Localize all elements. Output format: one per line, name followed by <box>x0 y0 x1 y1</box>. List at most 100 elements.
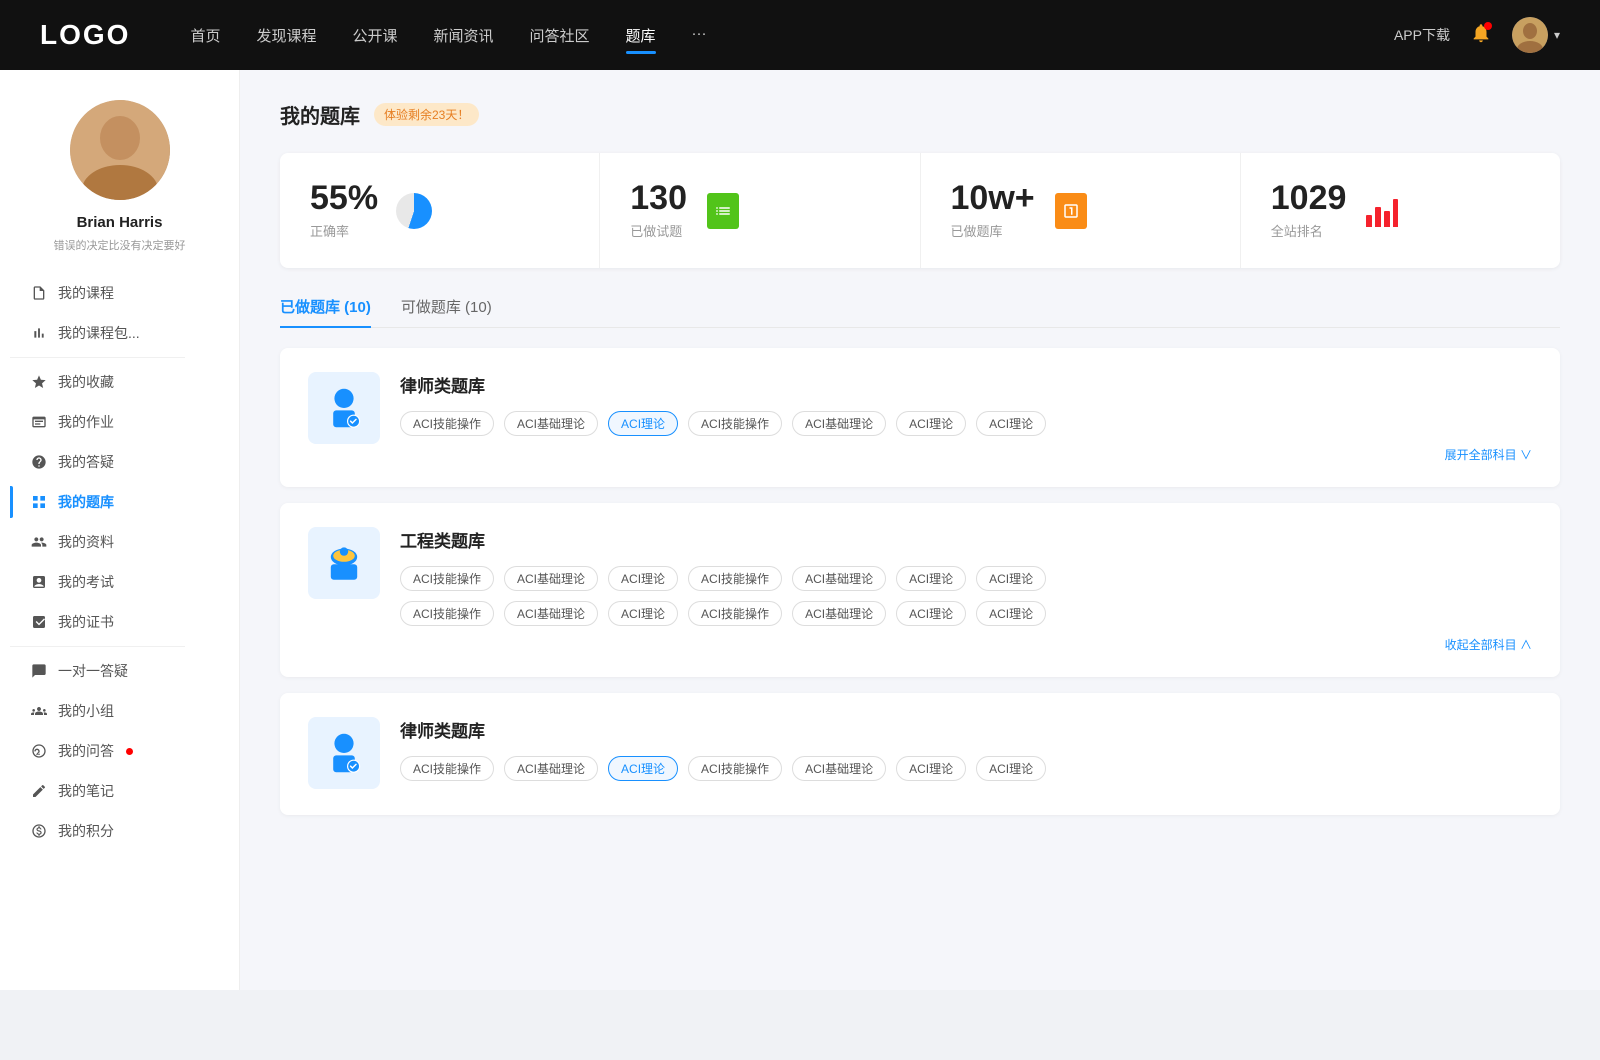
sidebar-item-exam[interactable]: 我的考试 <box>10 562 229 602</box>
tag-2a-0[interactable]: ACI技能操作 <box>400 566 494 591</box>
sidebar-item-my-qa[interactable]: 我的问答 <box>10 731 229 771</box>
stat-rank: 1029 全站排名 <box>1241 153 1560 268</box>
sidebar-item-favorites[interactable]: 我的收藏 <box>10 362 229 402</box>
tag-1-0[interactable]: ACI技能操作 <box>400 411 494 436</box>
bar4 <box>1393 199 1399 227</box>
tag-1-5[interactable]: ACI理论 <box>896 411 966 436</box>
notification-dot <box>1484 22 1492 30</box>
sidebar-item-answer[interactable]: 我的答疑 <box>10 442 229 482</box>
tab-available[interactable]: 可做题库 (10) <box>401 296 492 327</box>
tag-3-5[interactable]: ACI理论 <box>896 756 966 781</box>
nav-news[interactable]: 新闻资讯 <box>434 21 494 50</box>
tabs-row: 已做题库 (10) 可做题库 (10) <box>280 296 1560 328</box>
tag-2b-3[interactable]: ACI技能操作 <box>688 601 782 626</box>
qa-icon <box>30 742 48 760</box>
sidebar-label-1on1: 一对一答疑 <box>58 661 128 681</box>
trial-badge: 体验剩余23天！ <box>374 103 479 126</box>
tag-3-3[interactable]: ACI技能操作 <box>688 756 782 781</box>
sidebar: Brian Harris 错误的决定比没有决定要好 我的课程 我的课程包... <box>0 70 240 990</box>
bank-content-3: 律师类题库 ACI技能操作 ACI基础理论 ACI理论 ACI技能操作 ACI基… <box>400 717 1532 791</box>
bar2 <box>1375 207 1381 227</box>
sidebar-item-certificate[interactable]: 我的证书 <box>10 602 229 642</box>
collapse-link-2[interactable]: 收起全部科目 ∧ <box>400 636 1532 653</box>
stat-rank-label: 全站排名 <box>1271 221 1347 240</box>
tag-3-0[interactable]: ACI技能操作 <box>400 756 494 781</box>
sidebar-label-favorites: 我的收藏 <box>58 372 114 392</box>
tag-1-1[interactable]: ACI基础理论 <box>504 411 598 436</box>
question-icon <box>30 453 48 471</box>
bank-content-2: 工程类题库 ACI技能操作 ACI基础理论 ACI理论 ACI技能操作 ACI基… <box>400 527 1532 653</box>
divider1 <box>10 357 185 358</box>
app-download-link[interactable]: APP下载 <box>1394 25 1450 45</box>
bank-icon-lawyer-1 <box>308 372 380 444</box>
tag-3-6[interactable]: ACI理论 <box>976 756 1046 781</box>
navbar: LOGO 首页 发现课程 公开课 新闻资讯 问答社区 题库 ··· APP下载 … <box>0 0 1600 70</box>
nav-qa[interactable]: 问答社区 <box>530 21 590 50</box>
tag-2b-5[interactable]: ACI理论 <box>896 601 966 626</box>
sidebar-label-course-package: 我的课程包... <box>58 323 140 343</box>
stat-questions-done: 130 已做试题 <box>600 153 920 268</box>
points-icon <box>30 822 48 840</box>
sidebar-item-group[interactable]: 我的小组 <box>10 691 229 731</box>
sidebar-item-homework[interactable]: 我的作业 <box>10 402 229 442</box>
expand-link-1[interactable]: 展开全部科目 ∨ <box>400 446 1532 463</box>
tags-row-3: ACI技能操作 ACI基础理论 ACI理论 ACI技能操作 ACI基础理论 AC… <box>400 756 1532 781</box>
doc-icon <box>30 573 48 591</box>
nav-home[interactable]: 首页 <box>190 21 220 50</box>
tag-2a-4[interactable]: ACI基础理论 <box>792 566 886 591</box>
tag-2b-6[interactable]: ACI理论 <box>976 601 1046 626</box>
tag-3-1[interactable]: ACI基础理论 <box>504 756 598 781</box>
questions-icon <box>703 191 743 231</box>
bank-card-3: 律师类题库 ACI技能操作 ACI基础理论 ACI理论 ACI技能操作 ACI基… <box>280 693 1560 815</box>
tag-1-3[interactable]: ACI技能操作 <box>688 411 782 436</box>
sidebar-item-1on1[interactable]: 一对一答疑 <box>10 651 229 691</box>
bank-name-3: 律师类题库 <box>400 717 1532 742</box>
sidebar-label-group: 我的小组 <box>58 701 114 721</box>
logo: LOGO <box>40 19 130 51</box>
page-header: 我的题库 体验剩余23天！ <box>280 100 1560 129</box>
tag-2b-0[interactable]: ACI技能操作 <box>400 601 494 626</box>
tag-1-6[interactable]: ACI理论 <box>976 411 1046 436</box>
sidebar-label-notes: 我的笔记 <box>58 781 114 801</box>
tag-3-4[interactable]: ACI基础理论 <box>792 756 886 781</box>
note-icon <box>30 413 48 431</box>
tag-1-2[interactable]: ACI理论 <box>608 411 678 436</box>
tag-2a-5[interactable]: ACI理论 <box>896 566 966 591</box>
stat-accuracy: 55% 正确率 <box>280 153 600 268</box>
sidebar-item-course-package[interactable]: 我的课程包... <box>10 313 229 353</box>
qa-notification-dot <box>126 748 133 755</box>
tag-2a-2[interactable]: ACI理论 <box>608 566 678 591</box>
sidebar-label-my-qa: 我的问答 <box>58 741 114 761</box>
tab-done[interactable]: 已做题库 (10) <box>280 296 371 327</box>
nav-question-bank[interactable]: 题库 <box>626 21 656 50</box>
notification-bell[interactable] <box>1470 22 1492 49</box>
sidebar-label-answer: 我的答疑 <box>58 452 114 472</box>
nav-more[interactable]: ··· <box>692 21 707 50</box>
user-avatar-menu[interactable]: ▾ <box>1512 17 1560 53</box>
tag-2b-4[interactable]: ACI基础理论 <box>792 601 886 626</box>
tags-row-2b: ACI技能操作 ACI基础理论 ACI理论 ACI技能操作 ACI基础理论 AC… <box>400 601 1532 626</box>
accuracy-icon <box>394 191 434 231</box>
avatar <box>1512 17 1548 53</box>
rank-icon <box>1362 191 1402 231</box>
tag-2a-6[interactable]: ACI理论 <box>976 566 1046 591</box>
sidebar-item-points[interactable]: 我的积分 <box>10 811 229 851</box>
sidebar-item-notes[interactable]: 我的笔记 <box>10 771 229 811</box>
tag-1-4[interactable]: ACI基础理论 <box>792 411 886 436</box>
doc-orange-icon <box>1055 193 1087 229</box>
tag-2b-2[interactable]: ACI理论 <box>608 601 678 626</box>
sidebar-item-question-bank[interactable]: 我的题库 <box>10 482 229 522</box>
sidebar-item-my-course[interactable]: 我的课程 <box>10 273 229 313</box>
tag-2a-3[interactable]: ACI技能操作 <box>688 566 782 591</box>
main-content: 我的题库 体验剩余23天！ 55% 正确率 130 已做试题 <box>240 70 1600 990</box>
pie-chart-icon <box>396 193 432 229</box>
tag-3-2[interactable]: ACI理论 <box>608 756 678 781</box>
user-menu-chevron: ▾ <box>1554 28 1560 42</box>
tag-2b-1[interactable]: ACI基础理论 <box>504 601 598 626</box>
tag-2a-1[interactable]: ACI基础理论 <box>504 566 598 591</box>
page-title: 我的题库 <box>280 100 360 129</box>
nav-discover[interactable]: 发现课程 <box>256 21 316 50</box>
stat-questions-value: 130 <box>630 181 687 215</box>
nav-open-course[interactable]: 公开课 <box>352 21 397 50</box>
sidebar-item-profile[interactable]: 我的资料 <box>10 522 229 562</box>
